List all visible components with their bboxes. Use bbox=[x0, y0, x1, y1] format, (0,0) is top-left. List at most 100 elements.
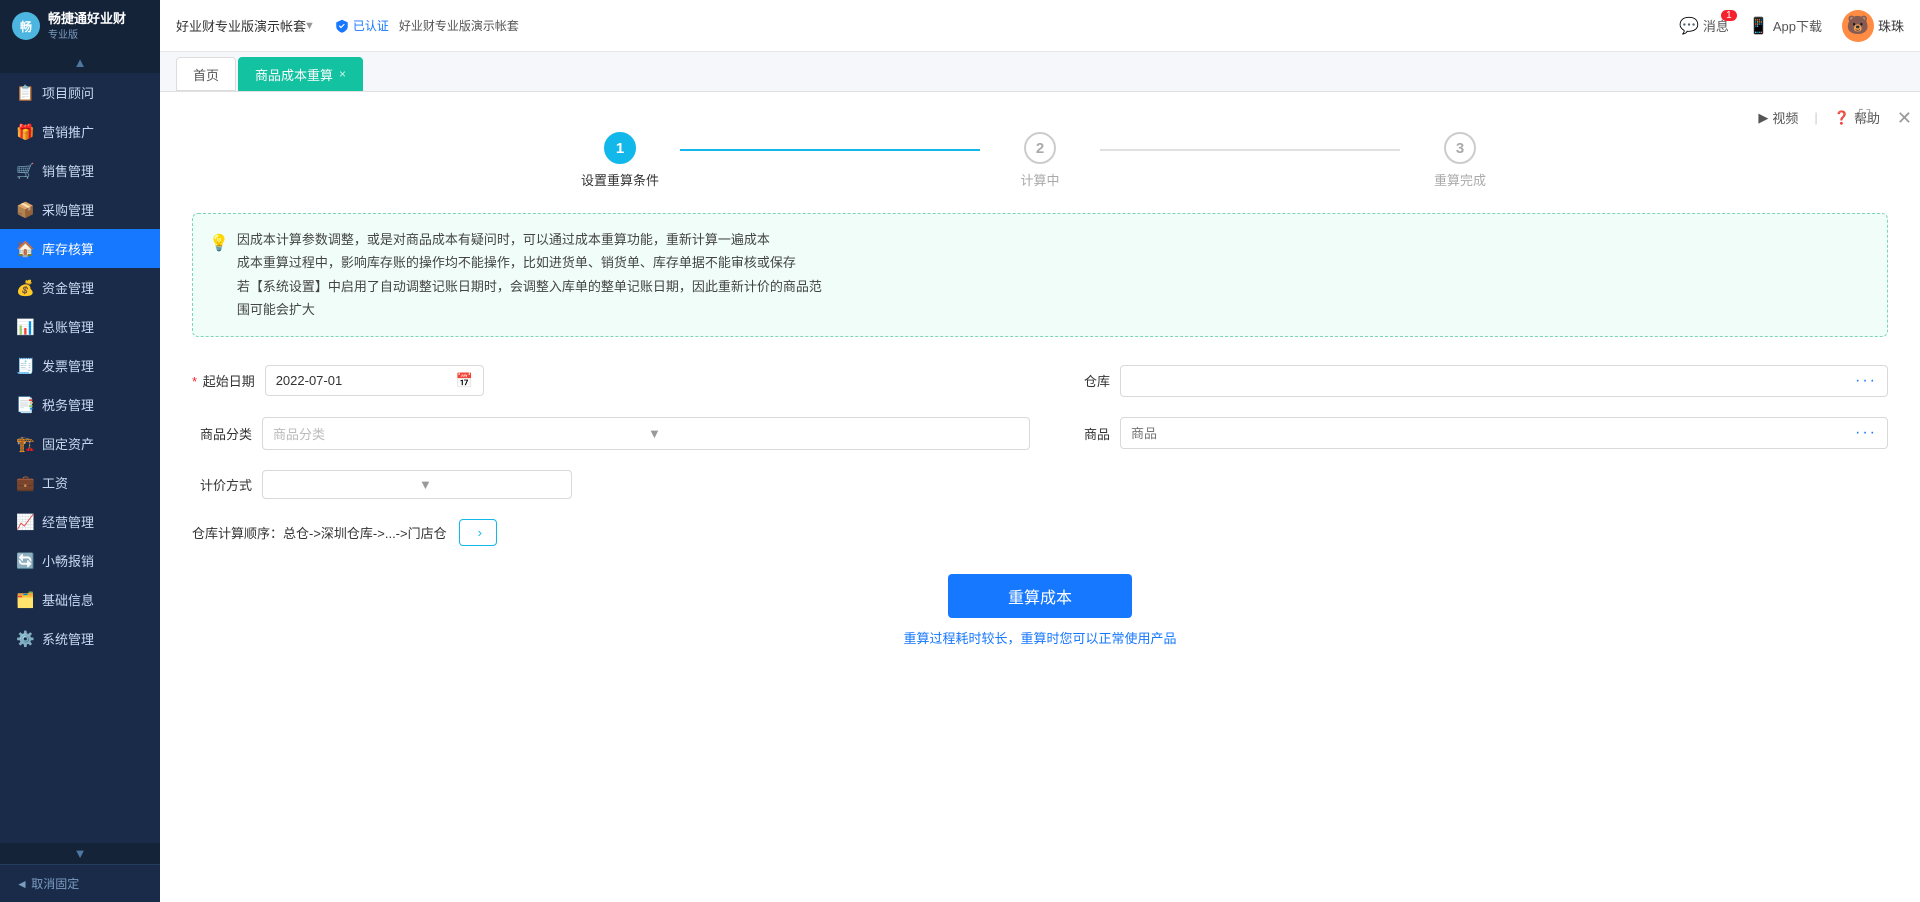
shield-icon bbox=[335, 19, 349, 33]
step-1: 1 设置重算条件 bbox=[560, 132, 680, 189]
tab-close-icon[interactable]: × bbox=[339, 67, 346, 81]
tabbar: 首页 商品成本重算 × bbox=[160, 52, 1920, 92]
topbar-actions: 💬 消息 1 📱 App下载 🐻 珠珠 bbox=[1679, 10, 1904, 42]
sidebar-scroll-up[interactable]: ▲ bbox=[0, 52, 160, 73]
sidebar-item-fapiao[interactable]: 🧾 发票管理 bbox=[0, 346, 160, 385]
sidebar-item-label: 库存核算 bbox=[42, 239, 94, 258]
goods-input-wrapper[interactable]: ··· bbox=[1120, 417, 1888, 449]
content-close-button[interactable]: ✕ bbox=[1897, 108, 1912, 129]
sidebar-item-xitong[interactable]: ⚙️ 系统管理 bbox=[0, 619, 160, 658]
messages-badge: 1 bbox=[1721, 10, 1737, 21]
form-row-3: 计价方式 ▼ bbox=[192, 470, 1888, 499]
sidebar-item-zijin[interactable]: 💰 资金管理 bbox=[0, 268, 160, 307]
xitong-icon: ⚙️ bbox=[16, 630, 34, 648]
xiaoshou-icon: 🛒 bbox=[16, 162, 34, 180]
goods-input[interactable] bbox=[1131, 426, 1851, 441]
sidebar-menu: 📋 项目顾问 🎁 营销推广 🛒 销售管理 📦 采购管理 🏠 库存核算 💰 资金管… bbox=[0, 73, 160, 843]
info-line-4: 围可能会扩大 bbox=[237, 298, 822, 321]
tab-home-label: 首页 bbox=[193, 65, 219, 84]
form-row-2: 商品分类 商品分类 ▼ 商品 ··· bbox=[192, 417, 1888, 450]
goods-dots-icon[interactable]: ··· bbox=[1855, 424, 1877, 442]
help-button[interactable]: ❓ 帮助 bbox=[1834, 108, 1880, 127]
tab-recalc-label: 商品成本重算 bbox=[255, 65, 333, 84]
app-download-icon: 📱 bbox=[1749, 16, 1769, 36]
sidebar-item-label: 项目顾问 bbox=[42, 83, 94, 102]
main-area: 好业财专业版演示帐套 ▼ 已认证 好业财专业版演示帐套 💬 消息 1 📱 App… bbox=[160, 0, 1920, 902]
verified-text: 已认证 bbox=[353, 17, 389, 34]
sidebar-item-gudingzichan[interactable]: 🏗️ 固定资产 bbox=[0, 424, 160, 463]
video-button[interactable]: ▶ 视频 bbox=[1758, 108, 1798, 127]
xiaochang-icon: 🔄 bbox=[16, 552, 34, 570]
user-avatar-area[interactable]: 🐻 珠珠 bbox=[1842, 10, 1904, 42]
warehouse-dots-icon[interactable]: ··· bbox=[1855, 372, 1877, 390]
dropdown-icon[interactable]: ▼ bbox=[304, 20, 315, 32]
info-content: 因成本计算参数调整，或是对商品成本有疑问时，可以通过成本重算功能，重新计算一遍成… bbox=[237, 228, 822, 322]
jingying-icon: 📈 bbox=[16, 513, 34, 531]
calendar-icon[interactable]: 📅 bbox=[456, 372, 473, 389]
sidebar-item-zongzhang[interactable]: 📊 总账管理 bbox=[0, 307, 160, 346]
pricing-group: 计价方式 ▼ bbox=[192, 470, 572, 499]
step-2-circle: 2 bbox=[1024, 132, 1056, 164]
warehouse-input-wrapper[interactable]: ··· bbox=[1120, 365, 1888, 397]
sidebar: 畅 畅捷通好业财 专业版 ▲ 📋 项目顾问 🎁 营销推广 🛒 销售管理 📦 采购… bbox=[0, 0, 160, 902]
messages-icon: 💬 bbox=[1679, 16, 1699, 36]
sidebar-scroll-down[interactable]: ▼ bbox=[0, 843, 160, 864]
recalc-note: 重算过程耗时较长，重算时您可以正常使用产品 bbox=[192, 628, 1888, 647]
topbar: 好业财专业版演示帐套 ▼ 已认证 好业财专业版演示帐套 💬 消息 1 📱 App… bbox=[160, 0, 1920, 52]
account-selector[interactable]: 好业财专业版演示帐套 ▼ bbox=[176, 16, 315, 35]
sidebar-item-yingxiao[interactable]: 🎁 营销推广 bbox=[0, 112, 160, 151]
sidebar-item-xiaochang[interactable]: 🔄 小畅报销 bbox=[0, 541, 160, 580]
sidebar-item-gongzi[interactable]: 💼 工资 bbox=[0, 463, 160, 502]
sidebar-item-caigou[interactable]: 📦 采购管理 bbox=[0, 190, 160, 229]
app-logo: 畅 bbox=[12, 12, 40, 40]
sidebar-item-kucun[interactable]: 🏠 库存核算 bbox=[0, 229, 160, 268]
sidebar-item-xiaoshou[interactable]: 🛒 销售管理 bbox=[0, 151, 160, 190]
start-date-input-wrapper[interactable]: 📅 bbox=[265, 365, 484, 396]
warehouse-group: 仓库 ··· bbox=[1050, 365, 1888, 397]
category-placeholder: 商品分类 bbox=[273, 424, 644, 443]
sidebar-item-jingying[interactable]: 📈 经营管理 bbox=[0, 502, 160, 541]
content-expand-button[interactable]: ⛶ bbox=[1859, 108, 1870, 126]
info-line-1: 因成本计算参数调整，或是对商品成本有疑问时，可以通过成本重算功能，重新计算一遍成… bbox=[237, 228, 822, 251]
sidebar-item-label: 资金管理 bbox=[42, 278, 94, 297]
shuiwu-icon: 📑 bbox=[16, 396, 34, 414]
step-line-1 bbox=[680, 149, 980, 151]
sidebar-item-label: 小畅报销 bbox=[42, 551, 94, 570]
recalc-section: 重算成本 重算过程耗时较长，重算时您可以正常使用产品 bbox=[192, 574, 1888, 647]
unpin-label: ◄ 取消固定 bbox=[16, 875, 79, 892]
warehouse-input[interactable] bbox=[1131, 373, 1851, 388]
messages-button[interactable]: 💬 消息 1 bbox=[1679, 16, 1729, 36]
sidebar-item-shuiwu[interactable]: 📑 税务管理 bbox=[0, 385, 160, 424]
pricing-dropdown-icon: ▼ bbox=[419, 477, 561, 492]
sidebar-item-label: 发票管理 bbox=[42, 356, 94, 375]
sidebar-footer-pin[interactable]: ◄ 取消固定 bbox=[0, 864, 160, 902]
category-dropdown-icon: ▼ bbox=[648, 426, 1019, 441]
info-box: 💡 因成本计算参数调整，或是对商品成本有疑问时，可以通过成本重算功能，重新计算一… bbox=[192, 213, 1888, 337]
warehouse-seq-label: 仓库计算顺序：总仓->深圳仓库->...->门店仓 bbox=[192, 523, 447, 542]
sidebar-item-xiangmu[interactable]: 📋 项目顾问 bbox=[0, 73, 160, 112]
zijin-icon: 💰 bbox=[16, 279, 34, 297]
username-label: 珠珠 bbox=[1878, 16, 1904, 35]
category-select[interactable]: 商品分类 ▼ bbox=[262, 417, 1030, 450]
pricing-select[interactable]: ▼ bbox=[262, 470, 572, 499]
xiangmu-icon: 📋 bbox=[16, 84, 34, 102]
tab-recalc[interactable]: 商品成本重算 × bbox=[238, 57, 363, 91]
steps-indicator: 1 设置重算条件 2 计算中 3 重算完成 bbox=[192, 116, 1888, 213]
warehouse-label: 仓库 bbox=[1050, 371, 1110, 390]
start-date-group: * 起始日期 📅 bbox=[192, 365, 1030, 396]
sidebar-item-label: 销售管理 bbox=[42, 161, 94, 180]
sidebar-item-label: 固定资产 bbox=[42, 434, 94, 453]
info-icon: 💡 bbox=[209, 230, 229, 259]
sidebar-item-label: 经营管理 bbox=[42, 512, 94, 531]
warehouse-seq-btn[interactable]: › bbox=[459, 519, 497, 546]
step-1-circle: 1 bbox=[604, 132, 636, 164]
sidebar-item-label: 基础信息 bbox=[42, 590, 94, 609]
start-date-input[interactable] bbox=[276, 373, 452, 388]
tab-home[interactable]: 首页 bbox=[176, 57, 236, 91]
sidebar-item-jichu[interactable]: 🗂️ 基础信息 bbox=[0, 580, 160, 619]
step-2-label: 计算中 bbox=[1020, 170, 1059, 189]
recalc-button[interactable]: 重算成本 bbox=[948, 574, 1132, 618]
app-download-button[interactable]: 📱 App下载 bbox=[1749, 16, 1822, 36]
step-3-label: 重算完成 bbox=[1434, 170, 1486, 189]
jichu-icon: 🗂️ bbox=[16, 591, 34, 609]
